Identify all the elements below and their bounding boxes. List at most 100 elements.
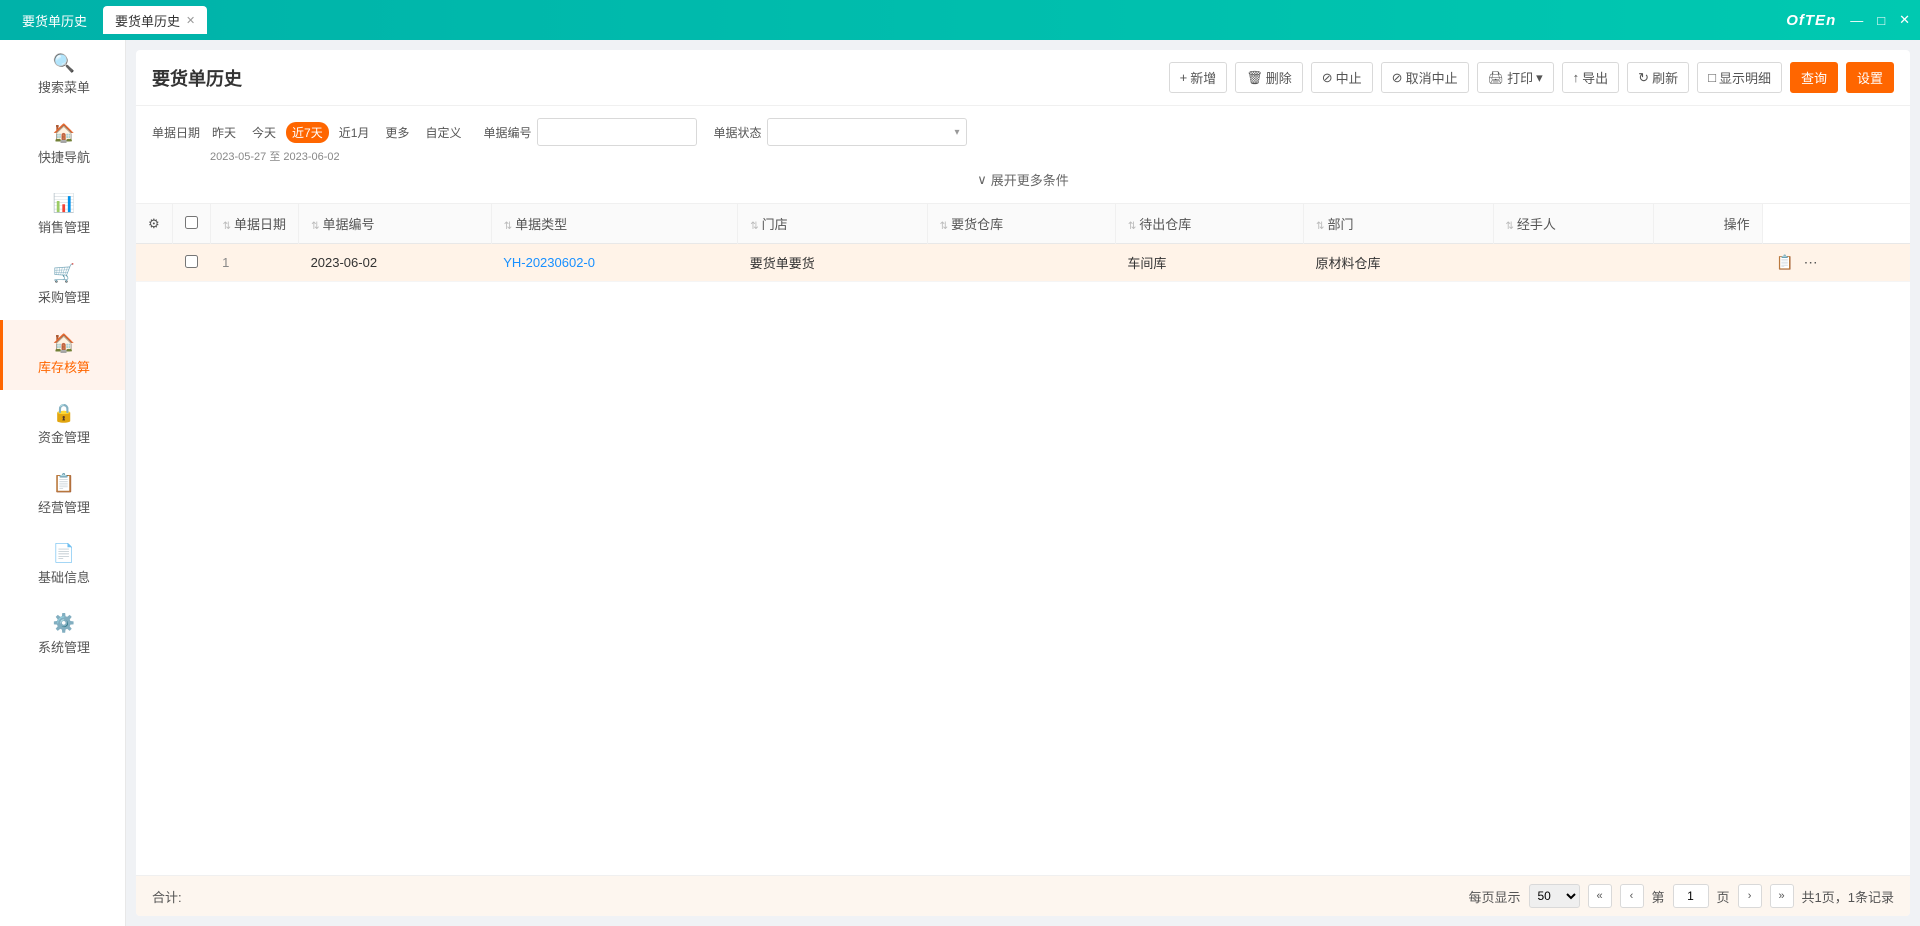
table-header-row: ⚙ 单据日期 单据编号 单据类型 门店 要货仓库 待出仓库 部门 经手人 [136,204,1910,244]
operations-icon: 📋 [53,474,75,492]
row-checkbox[interactable] [185,255,198,268]
filter-group-docnumber: 单据编号 [483,118,697,146]
pagination-first-btn[interactable]: « [1588,884,1612,908]
system-icon: ⚙️ [53,614,75,632]
filter-area: 单据日期 昨天 今天 近7天 近1月 更多 自定义 单据编号 [136,106,1910,204]
col-type: 单据类型 [491,204,737,244]
settings-button[interactable]: 设置 [1846,62,1894,93]
delete-button[interactable]: 🗑 删除 [1235,62,1303,93]
tab-active[interactable]: 要货单历史 ✕ [103,6,207,34]
sidebar-item-sales-label: 销售管理 [38,217,90,236]
print-dropdown-icon: ▾ [1536,70,1543,86]
row-department-cell [1493,244,1654,282]
shortcut-1month[interactable]: 近1月 [333,122,376,143]
col-checkbox [172,204,210,244]
print-label: 打印 [1507,68,1533,87]
sidebar-item-system[interactable]: ⚙️ 系统管理 [0,600,125,670]
tab-close-icon[interactable]: ✕ [186,14,195,27]
pagination-total-info: 共1页，1条记录 [1802,887,1894,906]
window-close-btn[interactable]: ✕ [1899,12,1910,28]
shortcut-custom[interactable]: 自定义 [419,122,467,143]
stop-button[interactable]: ⊘ 中止 [1311,62,1373,93]
sidebar-item-operations-label: 经营管理 [38,497,90,516]
row-more-icon[interactable]: ⋯ [1802,252,1820,273]
sidebar-item-finance-label: 资金管理 [38,427,90,446]
pagination-page-label-2: 页 [1717,887,1730,906]
sidebar-item-operations[interactable]: 📋 经营管理 [0,460,125,530]
row-edit-icon[interactable]: 📋 [1774,252,1795,273]
cancel-stop-label: 取消中止 [1406,68,1458,87]
delete-label: 删除 [1266,68,1292,87]
sidebar-item-search[interactable]: 🔍 搜索菜单 [0,40,125,110]
col-handler: 经手人 [1493,204,1654,244]
purchase-icon: 🛒 [53,264,75,282]
row-type-cell: 要货单要货 [738,244,927,282]
sidebar-item-quicknav-label: 快捷导航 [38,147,90,166]
shortcut-today[interactable]: 今天 [246,122,282,143]
row-handler-cell [1654,244,1763,282]
pagination-page-label: 第 [1652,887,1665,906]
expand-more-btn[interactable]: ∨ 展开更多条件 [152,164,1894,191]
row-warehouse-cell: 车间库 [1115,244,1303,282]
sidebar-item-basic-info-label: 基础信息 [38,567,90,586]
status-select[interactable] [767,118,967,146]
filter-row: 单据日期 昨天 今天 近7天 近1月 更多 自定义 单据编号 [152,118,1894,146]
col-store: 门店 [738,204,927,244]
date-shortcuts: 昨天 今天 近7天 近1月 更多 自定义 [206,122,467,143]
col-pending-warehouse: 待出仓库 [1115,204,1303,244]
query-button[interactable]: 查询 [1790,62,1838,93]
window-minimize-btn[interactable]: — [1850,13,1863,28]
sidebar: 🔍 搜索菜单 🏠 快捷导航 📊 销售管理 🛒 采购管理 🏠 库存核算 🔒 资金管… [0,40,126,926]
tab-home-label: 要货单历史 [22,11,87,30]
date-range-display: 2023-05-27 至 2023-06-02 [210,148,1894,164]
select-all-checkbox[interactable] [185,216,198,229]
table-row: 1 2023-06-02 YH-20230602-0 要货单要货 车间库 原材料… [136,244,1910,282]
sidebar-item-purchase[interactable]: 🛒 采购管理 [0,250,125,320]
pagination-input[interactable] [1673,884,1709,908]
sidebar-item-finance[interactable]: 🔒 资金管理 [0,390,125,460]
window-maximize-btn[interactable]: □ [1877,13,1885,28]
row-settings-cell [136,244,172,282]
add-button[interactable]: + 新增 [1169,62,1228,93]
tab-home[interactable]: 要货单历史 [10,6,99,34]
row-pending-warehouse-cell: 原材料仓库 [1304,244,1493,282]
doc-number-input[interactable] [537,118,697,146]
refresh-icon: ↻ [1638,70,1649,86]
export-button[interactable]: ↑ 导出 [1562,62,1620,93]
cancel-stop-button[interactable]: ⊘ 取消中止 [1381,62,1469,93]
home-icon: 🏠 [53,124,75,142]
doc-number-link[interactable]: YH-20230602-0 [503,255,595,270]
shortcut-7days[interactable]: 近7天 [286,122,329,143]
sidebar-item-inventory-label: 库存核算 [38,357,90,376]
status-select-wrapper [767,118,967,146]
shortcut-yesterday[interactable]: 昨天 [206,122,242,143]
basic-info-icon: 📄 [53,544,75,562]
filter-group-status: 单据状态 [713,118,967,146]
shortcut-more[interactable]: 更多 [379,122,415,143]
show-detail-button[interactable]: □ 显示明细 [1697,62,1782,93]
pagination-next-btn[interactable]: › [1738,884,1762,908]
inventory-icon: 🏠 [53,334,75,352]
col-settings[interactable]: ⚙ [136,204,172,244]
sidebar-item-inventory[interactable]: 🏠 库存核算 [0,320,125,390]
sidebar-item-purchase-label: 采购管理 [38,287,90,306]
page-card: 要货单历史 + 新增 🗑 删除 ⊘ 中止 ⊘ 取消中止 [136,50,1910,916]
finance-icon: 🔒 [53,404,75,422]
sidebar-item-sales[interactable]: 📊 销售管理 [0,180,125,250]
sidebar-item-quicknav[interactable]: 🏠 快捷导航 [0,110,125,180]
sidebar-item-search-label: 搜索菜单 [38,77,90,96]
stop-label: 中止 [1336,68,1362,87]
stop-icon: ⊘ [1322,70,1333,86]
settings-label: 设置 [1857,68,1883,87]
col-date: 单据日期 [210,204,298,244]
print-button[interactable]: 🖨 打印 ▾ [1477,62,1554,93]
refresh-button[interactable]: ↻ 刷新 [1627,62,1689,93]
status-label: 单据状态 [713,124,761,141]
per-page-select[interactable]: 50 100 [1529,884,1580,908]
sidebar-item-basic-info[interactable]: 📄 基础信息 [0,530,125,600]
pagination-prev-btn[interactable]: ‹ [1620,884,1644,908]
col-warehouse: 要货仓库 [927,204,1115,244]
sales-icon: 📊 [53,194,75,212]
pagination-last-btn[interactable]: » [1770,884,1794,908]
export-label: 导出 [1582,68,1608,87]
